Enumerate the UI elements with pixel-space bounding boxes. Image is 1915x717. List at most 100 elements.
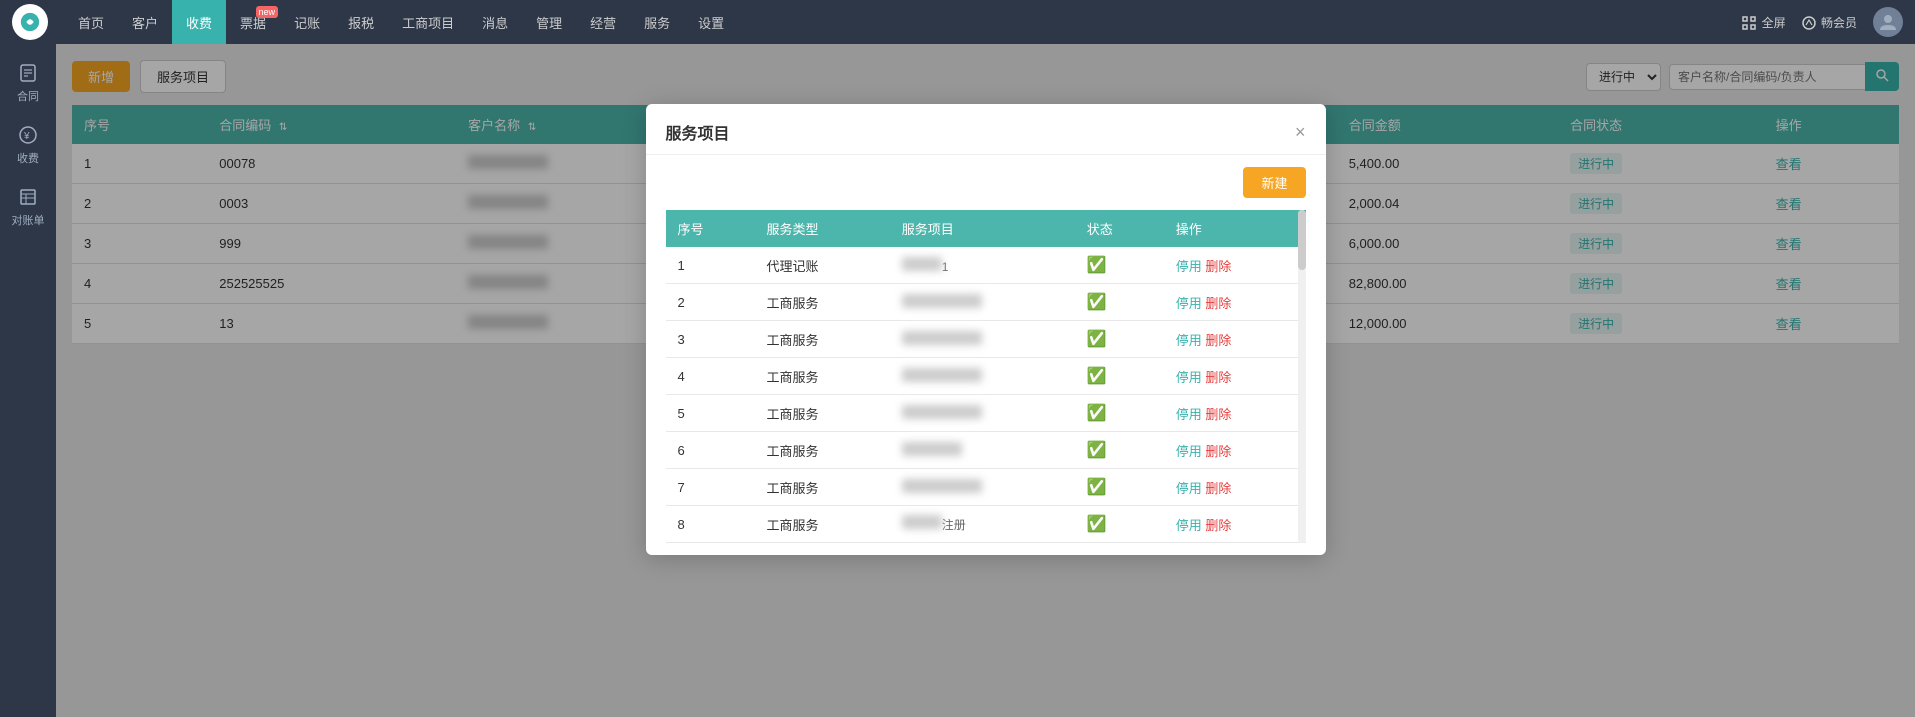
modal-col-status: 状态 xyxy=(1075,210,1164,247)
status-check-icon: ✅ xyxy=(1087,331,1107,348)
delete-button[interactable]: 删除 xyxy=(1205,515,1231,534)
modal-cell-seq: 1 xyxy=(666,247,755,284)
sidebar-item-contract[interactable]: 合同 xyxy=(2,54,54,112)
user-avatar[interactable] xyxy=(1873,7,1903,37)
modal-cell-seq: 2 xyxy=(666,284,755,321)
modal-cell-type: 工商服务 xyxy=(754,469,889,506)
status-check-icon: ✅ xyxy=(1087,479,1107,496)
new-badge: new xyxy=(256,6,279,18)
modal-cell-item: 1 xyxy=(890,247,1075,284)
modal-cell-seq: 5 xyxy=(666,395,755,432)
contract-icon xyxy=(17,62,39,84)
nav-settings[interactable]: 设置 xyxy=(684,0,738,44)
nav-message[interactable]: 消息 xyxy=(468,0,522,44)
nav-customer[interactable]: 客户 xyxy=(118,0,172,44)
nav-business[interactable]: 工商项目 xyxy=(388,0,468,44)
disable-button[interactable]: 停用 xyxy=(1176,293,1202,312)
modal-body: 新建 序号 服务类型 服务项目 状态 操作 xyxy=(646,155,1326,555)
modal-col-type: 服务类型 xyxy=(754,210,889,247)
nav-service[interactable]: 服务 xyxy=(630,0,684,44)
modal-col-item: 服务项目 xyxy=(890,210,1075,247)
nav-home[interactable]: 首页 xyxy=(64,0,118,44)
status-check-icon: ✅ xyxy=(1087,516,1107,533)
delete-button[interactable]: 删除 xyxy=(1205,441,1231,460)
delete-button[interactable]: 删除 xyxy=(1205,330,1231,349)
modal-close-button[interactable]: × xyxy=(1295,123,1306,141)
modal-cell-type: 工商服务 xyxy=(754,358,889,395)
nav-bill[interactable]: 票据 new xyxy=(226,0,280,44)
status-check-icon: ✅ xyxy=(1087,405,1107,422)
fee-icon: ¥ xyxy=(17,124,39,146)
svg-text:¥: ¥ xyxy=(23,131,30,142)
modal-table-row: 4 工商服务 ✅ 停用 删除 xyxy=(666,358,1306,395)
sidebar-item-fee[interactable]: ¥ 收费 xyxy=(2,116,54,174)
top-nav-right: 全屏 畅会员 xyxy=(1742,7,1903,37)
fullscreen-btn[interactable]: 全屏 xyxy=(1742,14,1785,31)
nav-items: 首页 客户 收费 票据 new 记账 报税 工商项目 消息 管理 经营 服务 设… xyxy=(64,0,1742,44)
nav-operation[interactable]: 经营 xyxy=(576,0,630,44)
service-items-table: 序号 服务类型 服务项目 状态 操作 1 代理记账 1 ✅ xyxy=(666,210,1306,543)
vip-btn[interactable]: 畅会员 xyxy=(1802,14,1857,31)
modal-scrollbar[interactable] xyxy=(1298,210,1306,543)
modal-cell-seq: 3 xyxy=(666,321,755,358)
modal-cell-item xyxy=(890,432,1075,469)
delete-button[interactable]: 删除 xyxy=(1205,404,1231,423)
status-check-icon: ✅ xyxy=(1087,368,1107,385)
disable-button[interactable]: 停用 xyxy=(1176,478,1202,497)
disable-button[interactable]: 停用 xyxy=(1176,441,1202,460)
modal-cell-actions: 停用 删除 xyxy=(1164,321,1306,358)
modal-cell-status: ✅ xyxy=(1075,469,1164,506)
modal-cell-seq: 7 xyxy=(666,469,755,506)
reconcile-icon xyxy=(17,186,39,208)
modal-cell-status: ✅ xyxy=(1075,284,1164,321)
modal-toolbar: 新建 xyxy=(666,167,1306,198)
modal-cell-status: ✅ xyxy=(1075,358,1164,395)
modal-table-row: 3 工商服务 ✅ 停用 删除 xyxy=(666,321,1306,358)
modal-cell-item xyxy=(890,395,1075,432)
modal-cell-item xyxy=(890,469,1075,506)
disable-button[interactable]: 停用 xyxy=(1176,404,1202,423)
delete-button[interactable]: 删除 xyxy=(1205,478,1231,497)
delete-button[interactable]: 删除 xyxy=(1205,367,1231,386)
modal-header: 服务项目 × xyxy=(646,104,1326,155)
nav-bookkeeping[interactable]: 记账 xyxy=(280,0,334,44)
delete-button[interactable]: 删除 xyxy=(1205,256,1231,275)
modal-cell-actions: 停用 删除 xyxy=(1164,506,1306,543)
modal-cell-item xyxy=(890,284,1075,321)
nav-tax[interactable]: 报税 xyxy=(334,0,388,44)
service-modal: 服务项目 × 新建 序号 服务类型 服务项目 xyxy=(646,104,1326,555)
disable-button[interactable]: 停用 xyxy=(1176,256,1202,275)
nav-manage[interactable]: 管理 xyxy=(522,0,576,44)
modal-cell-item xyxy=(890,358,1075,395)
disable-button[interactable]: 停用 xyxy=(1176,367,1202,386)
top-nav: 首页 客户 收费 票据 new 记账 报税 工商项目 消息 管理 经营 服务 设… xyxy=(0,0,1915,44)
modal-cell-type: 工商服务 xyxy=(754,506,889,543)
disable-button[interactable]: 停用 xyxy=(1176,515,1202,534)
delete-button[interactable]: 删除 xyxy=(1205,293,1231,312)
status-check-icon: ✅ xyxy=(1087,442,1107,459)
modal-cell-actions: 停用 删除 xyxy=(1164,358,1306,395)
app-logo xyxy=(12,4,48,40)
modal-title: 服务项目 xyxy=(666,120,730,144)
item-suffix: 注册 xyxy=(942,518,966,532)
sidebar-reconcile-label: 对账单 xyxy=(12,212,45,228)
modal-cell-status: ✅ xyxy=(1075,506,1164,543)
sidebar-contract-label: 合同 xyxy=(17,88,39,104)
modal-new-button[interactable]: 新建 xyxy=(1243,167,1305,198)
modal-cell-item: 注册 xyxy=(890,506,1075,543)
modal-cell-type: 代理记账 xyxy=(754,247,889,284)
modal-cell-actions: 停用 删除 xyxy=(1164,469,1306,506)
sidebar-item-reconcile[interactable]: 对账单 xyxy=(2,178,54,236)
modal-table-row: 2 工商服务 ✅ 停用 删除 xyxy=(666,284,1306,321)
modal-cell-actions: 停用 删除 xyxy=(1164,395,1306,432)
modal-cell-seq: 4 xyxy=(666,358,755,395)
modal-table-row: 6 工商服务 ✅ 停用 删除 xyxy=(666,432,1306,469)
nav-fee[interactable]: 收费 xyxy=(172,0,226,44)
disable-button[interactable]: 停用 xyxy=(1176,330,1202,349)
modal-table-row: 7 工商服务 ✅ 停用 删除 xyxy=(666,469,1306,506)
modal-overlay: 服务项目 × 新建 序号 服务类型 服务项目 xyxy=(56,44,1915,717)
modal-col-seq: 序号 xyxy=(666,210,755,247)
modal-cell-status: ✅ xyxy=(1075,432,1164,469)
modal-cell-status: ✅ xyxy=(1075,321,1164,358)
modal-col-actions: 操作 xyxy=(1164,210,1306,247)
